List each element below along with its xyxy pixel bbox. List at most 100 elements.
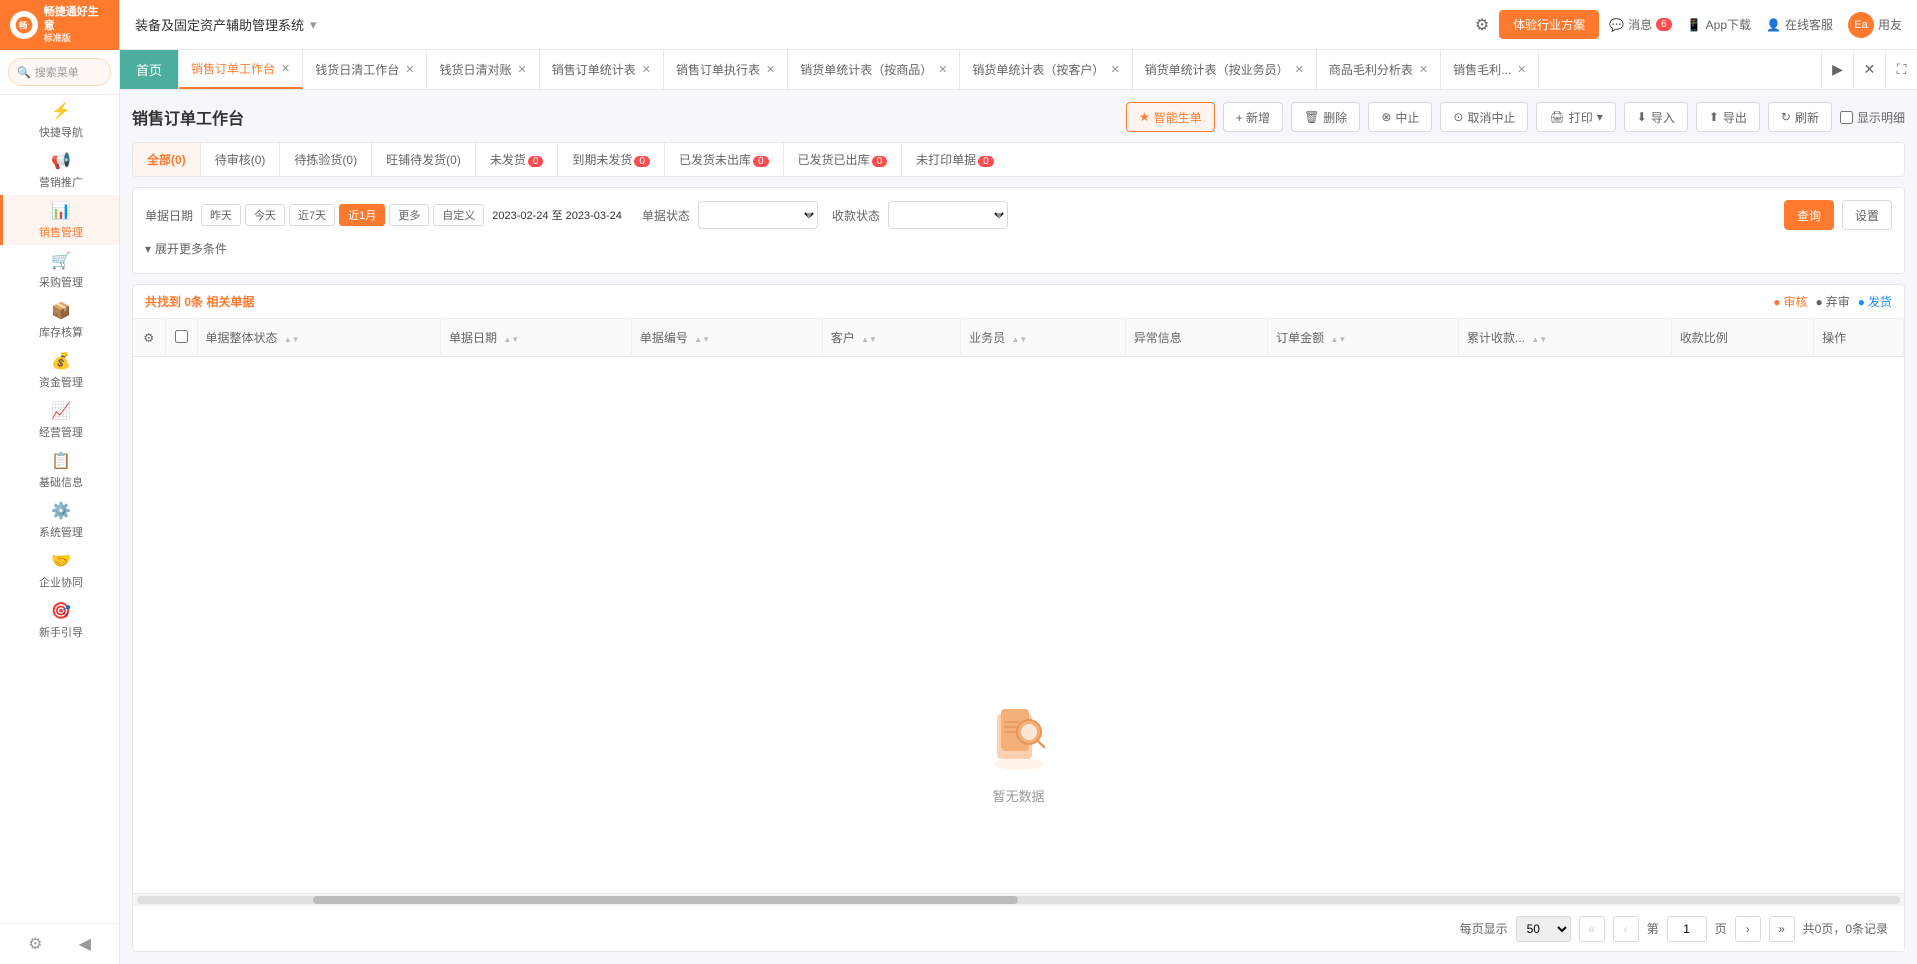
col-amount[interactable]: 订单金额 ▲▼ <box>1268 319 1459 357</box>
export-btn[interactable]: ⬆ 导出 <box>1696 102 1760 132</box>
print-btn[interactable]: 🖨 打印 ▾ <box>1536 102 1615 132</box>
tab-ship-stat-product[interactable]: 销货单统计表（按商品） ✕ <box>788 50 960 89</box>
subtab-shipped-out[interactable]: 已发货已出库0 <box>784 143 903 176</box>
subtab-not-printed[interactable]: 未打印单据0 <box>902 143 1008 176</box>
message-btn[interactable]: 💬 消息 6 <box>1609 16 1672 33</box>
tab-close-sales-exec[interactable]: ✕ <box>766 63 775 76</box>
filter-settings-btn[interactable]: 设置 <box>1842 200 1892 230</box>
tab-close-all-btn[interactable]: ✕ <box>1853 50 1885 90</box>
show-detail-label[interactable]: 显示明细 <box>1840 109 1905 126</box>
tab-sales-gross[interactable]: 销售毛利... ✕ <box>1441 50 1539 89</box>
sidebar-item-purchase[interactable]: 🛒 采购管理 <box>0 245 119 295</box>
delete-btn[interactable]: 🗑 删除 <box>1291 102 1360 132</box>
tab-close-ship-stat-customer[interactable]: ✕ <box>1110 63 1119 76</box>
online-service-btn[interactable]: 👤 在线客服 <box>1766 16 1833 33</box>
page-number-input[interactable] <box>1667 916 1707 942</box>
col-payment-ratio[interactable]: 收款比例 <box>1671 319 1813 357</box>
col-settings[interactable]: ⚙ <box>133 319 165 357</box>
tab-sales-stat[interactable]: 销售订单统计表 ✕ <box>540 50 664 89</box>
tab-gross-margin[interactable]: 商品毛利分析表 ✕ <box>1317 50 1441 89</box>
select-all-checkbox[interactable] <box>175 330 188 343</box>
expand-filter-btn[interactable]: ▾ 展开更多条件 <box>145 236 227 261</box>
topbar-dropdown-icon[interactable]: ▾ <box>310 17 317 33</box>
sidebar-item-marketing[interactable]: 📢 营销推广 <box>0 145 119 195</box>
subtab-expired-not-shipped[interactable]: 到期未发货0 <box>558 143 665 176</box>
search-menu-btn[interactable]: 🔍 搜索菜单 <box>8 58 111 86</box>
tab-cash-clearance[interactable]: 钱货日清工作台 ✕ <box>303 50 427 89</box>
user-menu-btn[interactable]: Ea 用友 <box>1848 12 1902 38</box>
scrollbar-thumb[interactable] <box>313 896 1018 904</box>
settings-bottom-btn[interactable]: ⚙ <box>28 934 42 954</box>
date-1month-btn[interactable]: 近1月 <box>339 204 385 226</box>
tab-close-sales-stat[interactable]: ✕ <box>642 63 651 76</box>
unreview-action-btn[interactable]: ● 弃审 <box>1815 293 1849 310</box>
tab-sales-order-workbench[interactable]: 销售订单工作台 ✕ <box>179 50 303 89</box>
sidebar-item-system[interactable]: ⚙️ 系统管理 <box>0 495 119 545</box>
solution-button[interactable]: 体验行业方案 <box>1499 10 1599 39</box>
page-size-select[interactable]: 10 20 50 100 <box>1516 916 1571 942</box>
import-btn[interactable]: ⬇ 导入 <box>1624 102 1688 132</box>
show-detail-checkbox[interactable] <box>1840 111 1853 124</box>
query-btn[interactable]: 查询 <box>1784 200 1834 230</box>
tab-close-ship-stat-product[interactable]: ✕ <box>938 63 947 76</box>
sidebar-item-enterprise[interactable]: 🤝 企业协同 <box>0 545 119 595</box>
review-action-btn[interactable]: ● 审核 <box>1773 293 1807 310</box>
sidebar-item-finance[interactable]: 💰 资金管理 <box>0 345 119 395</box>
col-date[interactable]: 单据日期 ▲▼ <box>440 319 631 357</box>
col-customer[interactable]: 客户 ▲▼ <box>822 319 960 357</box>
subtab-wangpu-pending[interactable]: 旺铺待发货(0) <box>372 143 476 176</box>
col-status[interactable]: 单据整体状态 ▲▼ <box>197 319 440 357</box>
tab-ship-stat-salesperson[interactable]: 销货单统计表（按业务员） ✕ <box>1133 50 1317 89</box>
tab-close-cash-reconciliation[interactable]: ✕ <box>518 63 527 76</box>
first-page-btn[interactable]: « <box>1579 916 1605 942</box>
col-received[interactable]: 累计收款... ▲▼ <box>1459 319 1672 357</box>
tab-sales-exec[interactable]: 销售订单执行表 ✕ <box>664 50 788 89</box>
date-yesterday-btn[interactable]: 昨天 <box>201 204 241 226</box>
app-download-btn[interactable]: 📱 App下载 <box>1687 16 1751 33</box>
tab-close-gross-margin[interactable]: ✕ <box>1419 63 1428 76</box>
tab-scroll-right-btn[interactable]: ▶ <box>1821 50 1853 90</box>
col-number[interactable]: 单据编号 ▲▼ <box>631 319 822 357</box>
refresh-btn[interactable]: ↻ 刷新 <box>1768 102 1832 132</box>
tab-close-sales-gross[interactable]: ✕ <box>1517 63 1526 76</box>
tab-fullscreen-btn[interactable]: ⛶ <box>1885 50 1917 90</box>
subtab-not-shipped[interactable]: 未发货0 <box>476 143 559 176</box>
sidebar-item-basic-info[interactable]: 📋 基础信息 <box>0 445 119 495</box>
status-select[interactable] <box>698 201 818 229</box>
stop-btn[interactable]: ⊗ 中止 <box>1368 102 1432 132</box>
sidebar-item-guide[interactable]: 🎯 新手引导 <box>0 595 119 645</box>
col-salesperson[interactable]: 业务员 ▲▼ <box>961 319 1126 357</box>
next-page-btn[interactable]: › <box>1735 916 1761 942</box>
collapse-btn[interactable]: ◀ <box>79 934 91 954</box>
subtab-all[interactable]: 全部(0) <box>133 143 201 176</box>
subtab-pending-inspection[interactable]: 待拣验货(0) <box>280 143 372 176</box>
last-page-btn[interactable]: » <box>1769 916 1795 942</box>
horizontal-scrollbar[interactable] <box>133 893 1904 905</box>
tab-close-sales-order[interactable]: ✕ <box>281 62 290 75</box>
marketing-icon: 📢 <box>51 151 71 171</box>
sidebar-item-inventory[interactable]: 📦 库存核算 <box>0 295 119 345</box>
sidebar-item-quick-nav[interactable]: ⚡ 快捷导航 <box>0 95 119 145</box>
sidebar-item-operations[interactable]: 📈 经营管理 <box>0 395 119 445</box>
date-7days-btn[interactable]: 近7天 <box>289 204 335 226</box>
col-exception[interactable]: 异常信息 <box>1125 319 1267 357</box>
subtab-pending-review[interactable]: 待审核(0) <box>201 143 281 176</box>
date-custom-btn[interactable]: 自定义 <box>433 204 484 226</box>
topbar-settings-icon[interactable]: ⚙ <box>1475 15 1489 35</box>
subtab-shipped-not-out[interactable]: 已发货未出库0 <box>665 143 784 176</box>
tab-close-ship-stat-salesperson[interactable]: ✕ <box>1295 63 1304 76</box>
cancel-stop-btn[interactable]: ⊙ 取消中止 <box>1440 102 1528 132</box>
tab-cash-reconciliation[interactable]: 钱货日清对账 ✕ <box>427 50 539 89</box>
add-btn[interactable]: + 新增 <box>1223 102 1283 132</box>
payment-select[interactable] <box>888 201 1008 229</box>
smart-order-btn[interactable]: ★ 智能生单 <box>1126 102 1215 132</box>
sidebar-item-sales[interactable]: 📊 销售管理 <box>0 195 119 245</box>
col-checkbox[interactable] <box>165 319 197 357</box>
tab-ship-stat-customer[interactable]: 销货单统计表（按客户） ✕ <box>960 50 1132 89</box>
tab-home[interactable]: 首页 <box>120 50 179 89</box>
ship-action-btn[interactable]: ● 发货 <box>1858 293 1892 310</box>
prev-page-btn[interactable]: ‹ <box>1613 916 1639 942</box>
date-today-btn[interactable]: 今天 <box>245 204 285 226</box>
tab-close-cash-clearance[interactable]: ✕ <box>405 63 414 76</box>
date-more-btn[interactable]: 更多 <box>389 204 429 226</box>
